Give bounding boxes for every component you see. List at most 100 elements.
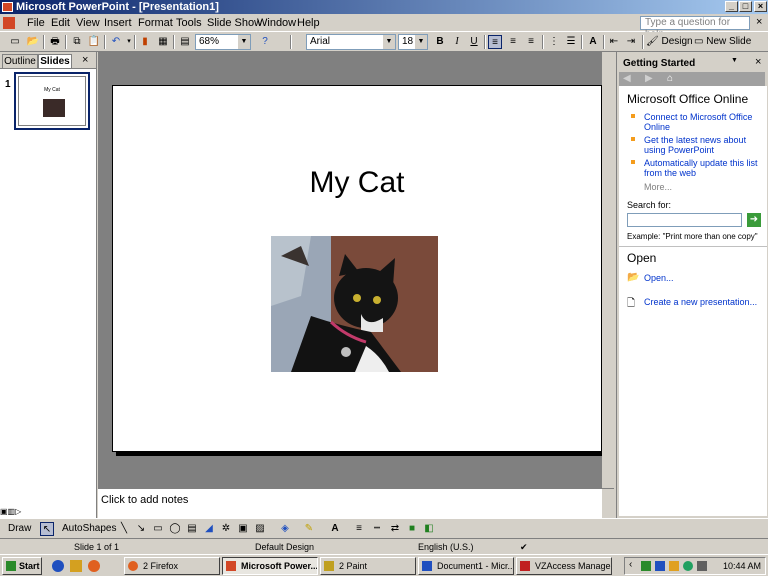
align-center-icon[interactable]: ≡ [506,35,520,49]
slide-thumbnail[interactable]: My Cat [14,72,90,130]
chart-icon[interactable]: ▮ [138,35,152,49]
font-size-select[interactable]: 18 ▼ [398,34,428,50]
menu-format[interactable]: Format [138,17,173,29]
slide-canvas[interactable]: My Cat [112,85,602,452]
firefox-quicklaunch-icon[interactable] [88,560,100,572]
3d-icon[interactable]: ◧ [422,522,436,536]
forward-icon[interactable]: ▶ [645,73,653,84]
zoom-select[interactable]: 68% ▼ [195,34,251,50]
tray-icon[interactable] [669,561,679,571]
menu-help[interactable]: Help [297,17,320,29]
oval-icon[interactable]: ◯ [168,522,182,536]
clipart-icon[interactable]: ▣ [236,522,250,536]
task-paint[interactable]: 2 Paint [320,557,416,575]
diagram-icon[interactable]: ✲ [219,522,233,536]
new-icon[interactable]: ▭ [8,35,22,49]
pane-close-icon[interactable]: × [82,54,88,66]
help-icon[interactable]: ? [258,35,272,49]
copy-icon[interactable]: ⧉ [70,35,84,49]
paste-icon[interactable]: 📋 [87,35,101,49]
tray-icon[interactable] [655,561,665,571]
link-latest-news[interactable]: Get the latest news about using PowerPoi… [644,135,766,155]
notes-scrollbar[interactable] [602,489,614,519]
create-presentation-link[interactable]: Create a new presentation... [644,297,766,307]
shadow-icon[interactable]: ■ [405,522,419,536]
task-pane-dropdown-icon[interactable]: ▼ [731,57,738,64]
undo-icon[interactable]: ↶ [109,35,123,49]
search-go-icon[interactable]: ➜ [747,213,761,227]
document-icon[interactable] [3,17,15,29]
bold-button[interactable]: B [433,35,447,49]
rectangle-icon[interactable]: ▭ [151,522,165,536]
design-button[interactable]: 🖌 Design [646,36,693,47]
slide-title[interactable]: My Cat [113,166,601,200]
line-style-icon[interactable]: ≡ [352,522,366,536]
search-input[interactable] [627,213,742,227]
numbering-icon[interactable]: ⋮ [547,35,561,49]
tray-expand-icon[interactable]: ‹ [629,559,632,570]
autoshapes-menu[interactable]: AutoShapes [62,523,117,534]
chevron-down-icon[interactable]: ▼ [238,35,250,49]
ie-icon[interactable] [52,560,64,572]
volume-icon[interactable] [697,561,707,571]
tray-icon[interactable] [641,561,651,571]
arrow-icon[interactable]: ↘ [134,522,148,536]
menu-slide-show[interactable]: Slide Show [207,17,262,29]
font-select[interactable]: Arial ▼ [306,34,396,50]
tray-icon[interactable] [683,561,693,571]
menu-file[interactable]: File [27,17,45,29]
task-vzaccess[interactable]: VZAccess Manager [516,557,612,575]
decrease-indent-icon[interactable]: ⇤ [607,35,621,49]
chevron-down-icon[interactable]: ▼ [415,35,427,49]
view-buttons[interactable]: ▣▥▷ [0,507,36,519]
line-icon[interactable]: ╲ [117,522,131,536]
maximize-button[interactable]: □ [739,1,752,12]
tab-outline[interactable]: Outline [2,54,38,68]
clock[interactable]: 10:44 AM [723,561,761,571]
vertical-scrollbar[interactable] [602,52,614,488]
table-icon[interactable]: ▦ [156,35,170,49]
menu-edit[interactable]: Edit [51,17,70,29]
dash-style-icon[interactable]: ┅ [370,522,384,536]
wordart-icon[interactable]: ◢ [202,522,216,536]
align-left-icon[interactable]: ≡ [488,35,502,49]
task-pane-close-icon[interactable]: × [755,56,761,68]
open-icon[interactable]: 📂 [26,35,40,49]
font-color-icon[interactable]: A [328,522,342,536]
italic-button[interactable]: I [450,35,464,49]
minimize-button[interactable]: _ [725,1,738,12]
print-icon[interactable]: 🖶 [48,35,62,49]
tab-slides[interactable]: Slides [38,54,72,68]
back-icon[interactable]: ◀ [623,73,631,84]
help-search-input[interactable]: Type a question for help [640,16,750,40]
increase-font-icon[interactable]: A [586,35,600,49]
home-icon[interactable]: ⌂ [667,73,673,84]
folder-quicklaunch-icon[interactable] [70,560,82,572]
textbox-icon[interactable]: ▤ [185,522,199,536]
grid-icon[interactable]: ▤ [178,35,192,49]
arrow-style-icon[interactable]: ⇄ [388,522,402,536]
draw-menu[interactable]: Draw [8,523,31,534]
chevron-down-icon[interactable]: ▼ [383,35,395,49]
task-firefox[interactable]: 2 Firefox [124,557,220,575]
line-color-icon[interactable]: ✎ [302,522,316,536]
close-button[interactable]: × [754,1,767,12]
select-pointer-icon[interactable]: ↖ [40,522,54,536]
align-right-icon[interactable]: ≡ [524,35,538,49]
task-word[interactable]: Document1 - Micr... [418,557,514,575]
notes-pane[interactable]: Click to add notes [98,488,614,519]
menu-window[interactable]: Window [257,17,296,29]
menu-tools[interactable]: Tools [176,17,202,29]
menu-insert[interactable]: Insert [104,17,132,29]
increase-indent-icon[interactable]: ⇥ [624,35,638,49]
fill-color-icon[interactable]: ◈ [278,522,292,536]
link-connect-office-online[interactable]: Connect to Microsoft Office Online [644,112,766,132]
new-slide-button[interactable]: ▭ New Slide [694,36,751,47]
bullets-icon[interactable]: ☰ [564,35,578,49]
menu-view[interactable]: View [76,17,100,29]
start-button[interactable]: Start [2,557,42,575]
cat-photo[interactable] [271,236,438,372]
task-powerpoint[interactable]: Microsoft Power... [222,557,318,575]
link-auto-update[interactable]: Automatically update this list from the … [644,158,766,178]
open-link[interactable]: Open... [644,273,766,283]
